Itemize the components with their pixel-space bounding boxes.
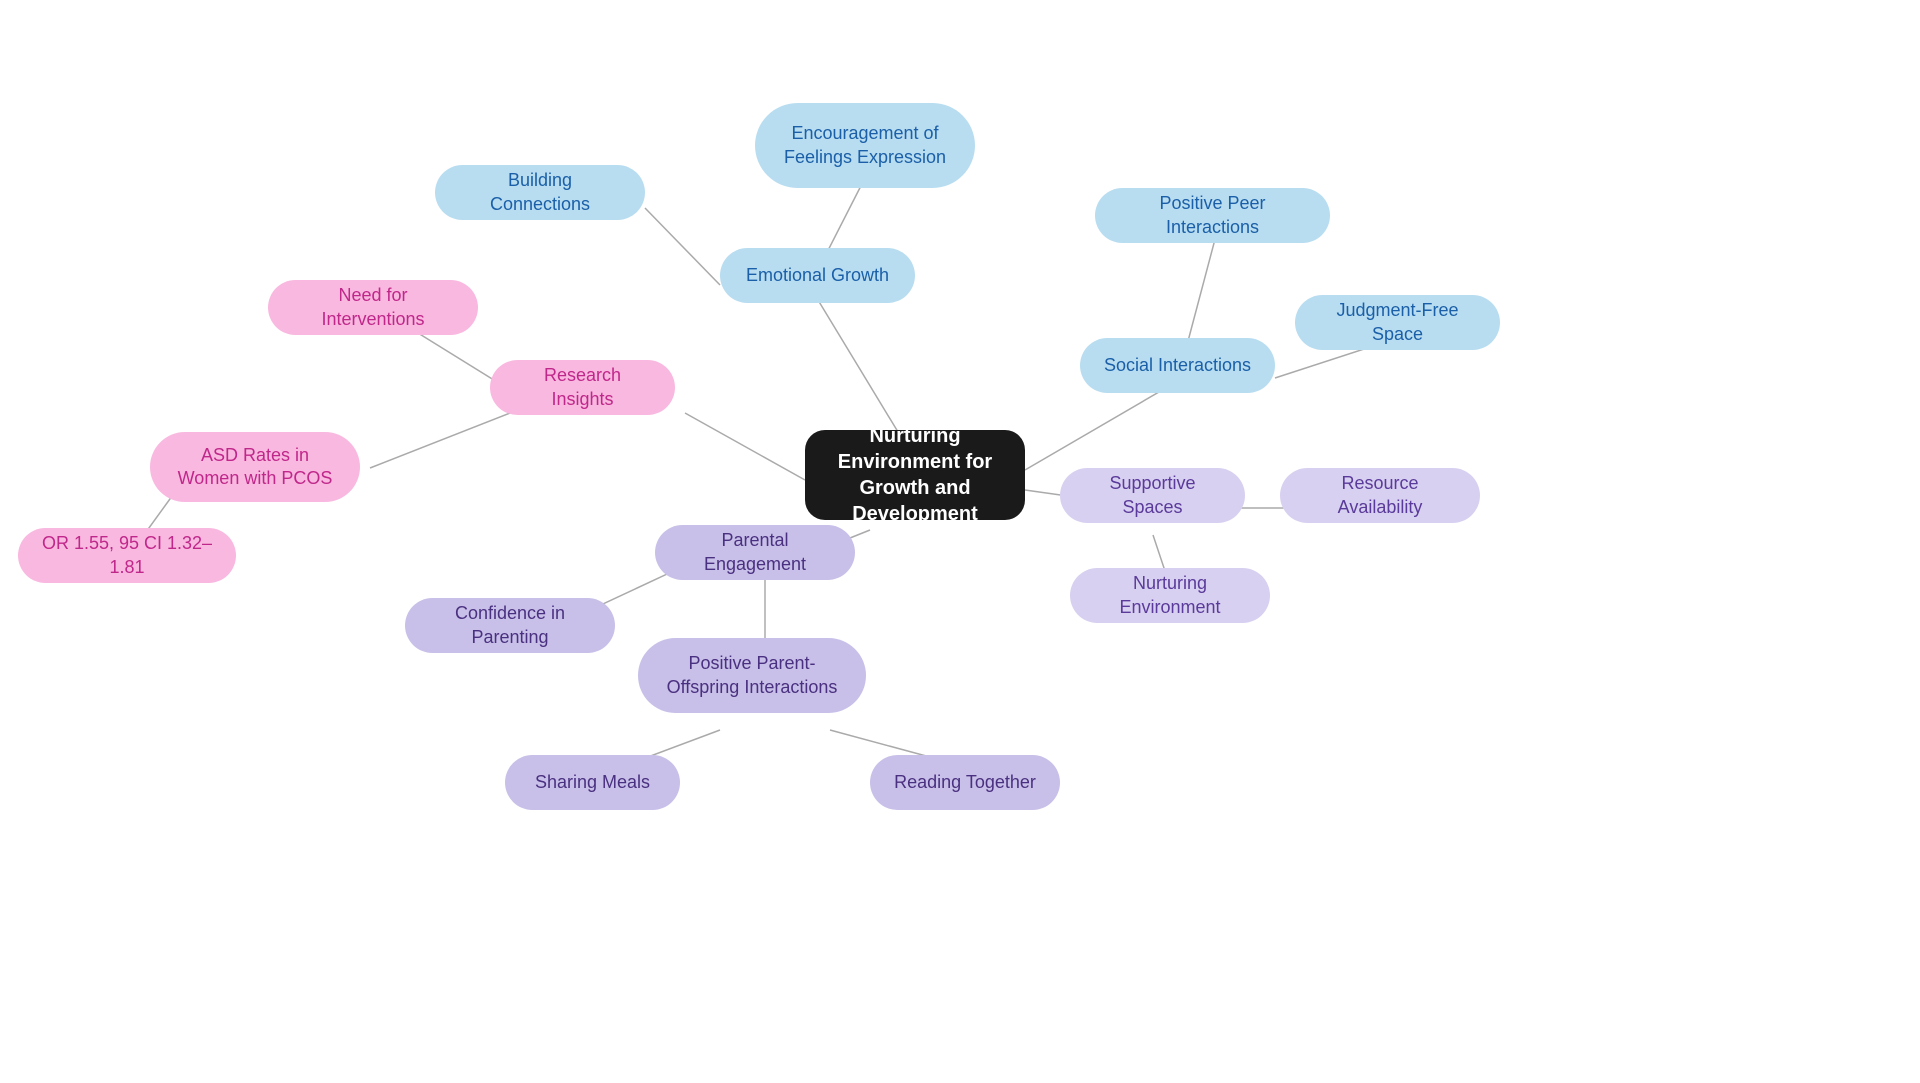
judgment-free-node: Judgment-Free Space: [1295, 295, 1500, 350]
parental-engagement-node: Parental Engagement: [655, 525, 855, 580]
research-insights-node: Research Insights: [490, 360, 675, 415]
emotional-growth-node: Emotional Growth: [720, 248, 915, 303]
need-interventions-node: Need for Interventions: [268, 280, 478, 335]
building-connections-node: Building Connections: [435, 165, 645, 220]
or-value-node: OR 1.55, 95 CI 1.32–1.81: [18, 528, 236, 583]
asd-rates-node: ASD Rates in Women with PCOS: [150, 432, 360, 502]
resource-availability-node: Resource Availability: [1280, 468, 1480, 523]
center-node: Nurturing Environment for Growth and Dev…: [805, 430, 1025, 520]
nurturing-environment-node: Nurturing Environment: [1070, 568, 1270, 623]
sharing-meals-node: Sharing Meals: [505, 755, 680, 810]
positive-peer-node: Positive Peer Interactions: [1095, 188, 1330, 243]
supportive-spaces-node: Supportive Spaces: [1060, 468, 1245, 523]
confidence-parenting-node: Confidence in Parenting: [405, 598, 615, 653]
encouragement-node: Encouragement of Feelings Expression: [755, 103, 975, 188]
social-interactions-node: Social Interactions: [1080, 338, 1275, 393]
reading-together-node: Reading Together: [870, 755, 1060, 810]
positive-parent-node: Positive Parent-Offspring Interactions: [638, 638, 866, 713]
